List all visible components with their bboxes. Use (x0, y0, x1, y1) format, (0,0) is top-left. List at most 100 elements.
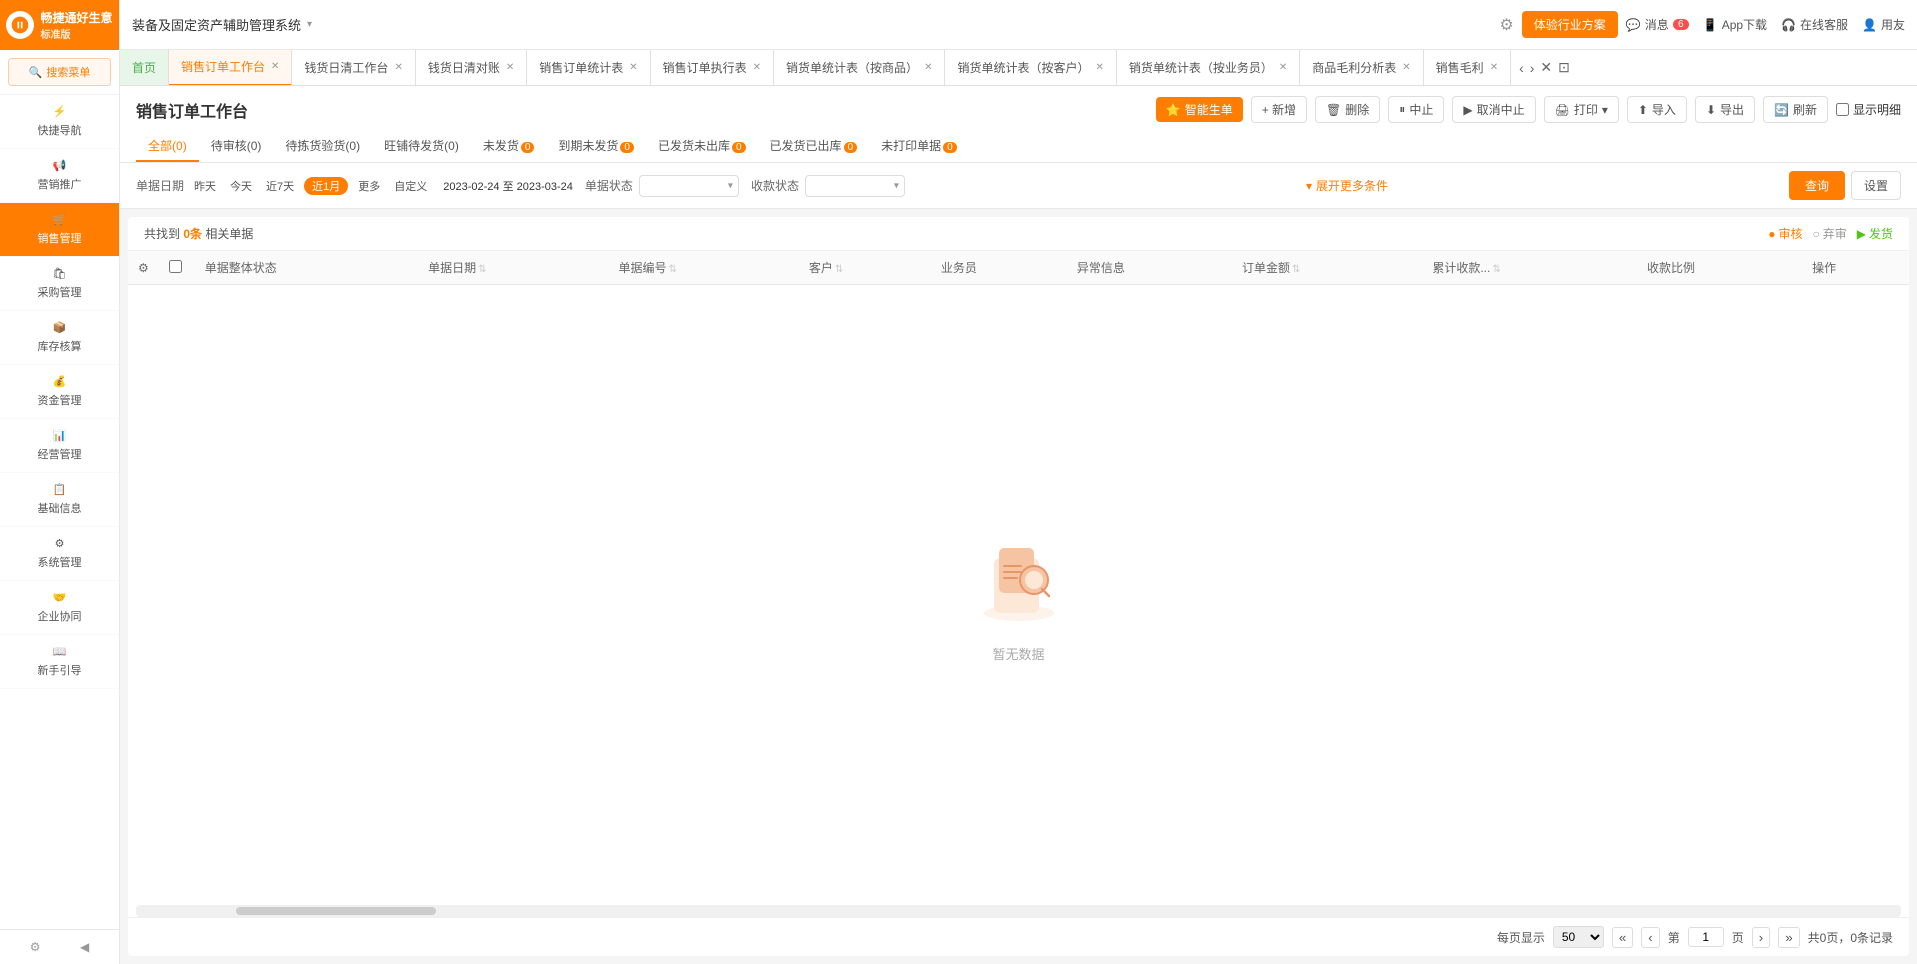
tab-close-sales-summary-customer[interactable]: ✕ (1095, 62, 1103, 73)
date-more-btn[interactable]: 更多 (354, 177, 384, 195)
select-all-checkbox[interactable] (169, 260, 182, 273)
sidebar-item-operation[interactable]: 📊 经营管理 (0, 419, 119, 473)
settings-gear-icon[interactable]: ⚙ (30, 940, 41, 954)
topbar-right: 💬 消息 6 📱 App下载 🎧 在线客服 👤 用友 (1626, 16, 1905, 33)
tab-cash-reconcile[interactable]: 钱货日清对账 ✕ (416, 50, 527, 86)
filter-setting-button[interactable]: 设置 (1851, 171, 1901, 200)
scrollbar-thumb[interactable] (236, 907, 436, 915)
col-staff: 业务员 (931, 251, 1067, 285)
print-button[interactable]: 🖨 打印 ▾ (1544, 96, 1619, 123)
tab-close-sales-exec[interactable]: ✕ (753, 62, 761, 73)
suspend-button[interactable]: ⏸ 中止 (1388, 96, 1444, 123)
date-today-btn[interactable]: 今天 (226, 177, 256, 195)
sidebar-item-enterprise[interactable]: 🤝 企业协同 (0, 581, 119, 635)
sidebar-item-system[interactable]: ⚙ 系统管理 (0, 527, 119, 581)
sub-tab-shipped-not-in[interactable]: 已发货未出库0 (646, 131, 758, 162)
sub-tab-not-printed[interactable]: 未打印单据0 (869, 131, 969, 162)
app-download-button[interactable]: 📱 App下载 (1703, 16, 1767, 33)
tab-home[interactable]: 首页 (120, 50, 169, 86)
delete-button[interactable]: 🗑 删除 (1315, 96, 1380, 123)
batch-cancel-review-button[interactable]: ○ 弃审 (1812, 225, 1846, 242)
sort-date-icon[interactable]: ⇅ (478, 264, 486, 275)
sort-received-icon[interactable]: ⇅ (1492, 264, 1500, 275)
topbar-gear-icon[interactable]: ⚙ (1499, 15, 1513, 35)
sidebar-item-finance[interactable]: 💰 资金管理 (0, 365, 119, 419)
user-menu-button[interactable]: 👤 用友 (1862, 16, 1905, 33)
sub-tab-overdue-not-shipped[interactable]: 到期未发货0 (546, 131, 646, 162)
collapse-sidebar-icon[interactable]: ◀ (80, 940, 89, 954)
tab-sales-summary-staff[interactable]: 销货单统计表（按业务员） ✕ (1117, 50, 1300, 86)
online-service-button[interactable]: 🎧 在线客服 (1781, 16, 1848, 33)
sub-tab-not-shipped[interactable]: 未发货0 (471, 131, 547, 162)
sidebar-item-guide[interactable]: 📖 新手引导 (0, 635, 119, 689)
sort-amount-icon[interactable]: ⇅ (1292, 264, 1300, 275)
page-size-select[interactable]: 50 10 20 100 (1553, 926, 1604, 948)
tab-close-sales-summary-product[interactable]: ✕ (924, 62, 932, 73)
cancel-suspend-button[interactable]: ▶ 取消中止 (1452, 96, 1535, 123)
query-button[interactable]: 查询 (1789, 171, 1845, 200)
tab-close-sales-workbench[interactable]: ✕ (271, 61, 279, 72)
sidebar-item-purchase[interactable]: 🛍 采购管理 (0, 257, 119, 311)
payment-select[interactable] (805, 175, 905, 197)
date-custom-btn[interactable]: 自定义 (390, 177, 431, 195)
tab-sales-summary-product[interactable]: 销货单统计表（按商品） ✕ (774, 50, 945, 86)
sidebar-item-sales[interactable]: 🛒 销售管理 (0, 203, 119, 257)
tab-sales-exec[interactable]: 销售订单执行表 ✕ (651, 50, 774, 86)
add-button[interactable]: + 新增 (1251, 96, 1307, 123)
inventory-icon: 📦 (53, 321, 67, 334)
date-1month-btn[interactable]: 近1月 (304, 177, 348, 195)
tab-scroll-left-button[interactable]: ‹ (1517, 58, 1526, 78)
sub-tab-pending-inspect[interactable]: 待拣货验货(0) (273, 131, 372, 162)
tab-close-cash-daily[interactable]: ✕ (394, 62, 402, 73)
expand-filter-button[interactable]: ▾ 展开更多条件 (1306, 177, 1388, 194)
export-button[interactable]: ⬇ 导出 (1695, 96, 1755, 123)
sort-number-icon[interactable]: ⇅ (669, 264, 677, 275)
sort-customer-icon[interactable]: ⇅ (835, 264, 843, 275)
smart-order-button[interactable]: ⭐ 智能生单 (1156, 97, 1243, 122)
tab-close-sales-summary-staff[interactable]: ✕ (1279, 62, 1287, 73)
status-select[interactable] (639, 175, 739, 197)
gear-col-icon[interactable]: ⚙ (138, 261, 149, 275)
last-page-button[interactable]: » (1778, 927, 1799, 948)
tab-expand-button[interactable]: ⊡ (1556, 57, 1572, 78)
sidebar-item-quick-nav[interactable]: ⚡ 快捷导航 (0, 95, 119, 149)
tab-cash-daily[interactable]: 钱货日清工作台 ✕ (292, 50, 415, 86)
date-7days-btn[interactable]: 近7天 (262, 177, 298, 195)
tab-scroll-right-button[interactable]: › (1528, 58, 1537, 78)
sidebar-item-inventory[interactable]: 📦 库存核算 (0, 311, 119, 365)
tab-close-product-margin[interactable]: ✕ (1402, 62, 1410, 73)
tab-close-sales-stats[interactable]: ✕ (629, 62, 637, 73)
sidebar-item-marketing[interactable]: 📢 营销推广 (0, 149, 119, 203)
horizontal-scrollbar[interactable] (136, 905, 1901, 917)
page-number-input[interactable] (1688, 927, 1724, 947)
sub-tab-shipped-in[interactable]: 已发货已出库0 (758, 131, 870, 162)
message-button[interactable]: 💬 消息 6 (1626, 16, 1689, 33)
tab-close-sales-profit[interactable]: ✕ (1490, 62, 1498, 73)
date-range-text: 2023-02-24 至 2023-03-24 (443, 178, 573, 194)
tab-sales-summary-customer[interactable]: 销货单统计表（按客户） ✕ (945, 50, 1116, 86)
tab-close-cash-reconcile[interactable]: ✕ (506, 62, 514, 73)
next-page-button[interactable]: › (1752, 927, 1770, 948)
show-detail-checkbox[interactable] (1836, 103, 1849, 116)
sub-tab-wangpu-pending[interactable]: 旺铺待发货(0) (372, 131, 471, 162)
search-menu-button[interactable]: 🔍 搜索菜单 (8, 58, 111, 86)
tab-sales-workbench[interactable]: 销售订单工作台 ✕ (169, 50, 292, 86)
show-detail-checkbox-label[interactable]: 显示明细 (1836, 101, 1901, 118)
sub-tab-all[interactable]: 全部(0) (136, 131, 199, 162)
review-icon: ● (1768, 227, 1775, 241)
shipped-not-in-badge: 0 (732, 142, 746, 153)
first-page-button[interactable]: « (1612, 927, 1633, 948)
batch-review-button[interactable]: ● 审核 (1768, 225, 1802, 242)
prev-page-button[interactable]: ‹ (1641, 927, 1659, 948)
date-yesterday-btn[interactable]: 昨天 (190, 177, 220, 195)
sidebar-item-basic[interactable]: 📋 基础信息 (0, 473, 119, 527)
refresh-button[interactable]: 🔄 刷新 (1763, 96, 1828, 123)
tab-sales-stats[interactable]: 销售订单统计表 ✕ (527, 50, 650, 86)
sub-tab-pending-review[interactable]: 待审核(0) (199, 131, 274, 162)
import-button[interactable]: ⬆ 导入 (1627, 96, 1687, 123)
tab-sales-profit[interactable]: 销售毛利 ✕ (1424, 50, 1511, 86)
industry-solution-button[interactable]: 体验行业方案 (1522, 11, 1618, 38)
batch-ship-button[interactable]: ▶ 发货 (1857, 225, 1893, 242)
tab-product-margin[interactable]: 商品毛利分析表 ✕ (1300, 50, 1423, 86)
tab-close-all-button[interactable]: ✕ (1538, 57, 1554, 78)
